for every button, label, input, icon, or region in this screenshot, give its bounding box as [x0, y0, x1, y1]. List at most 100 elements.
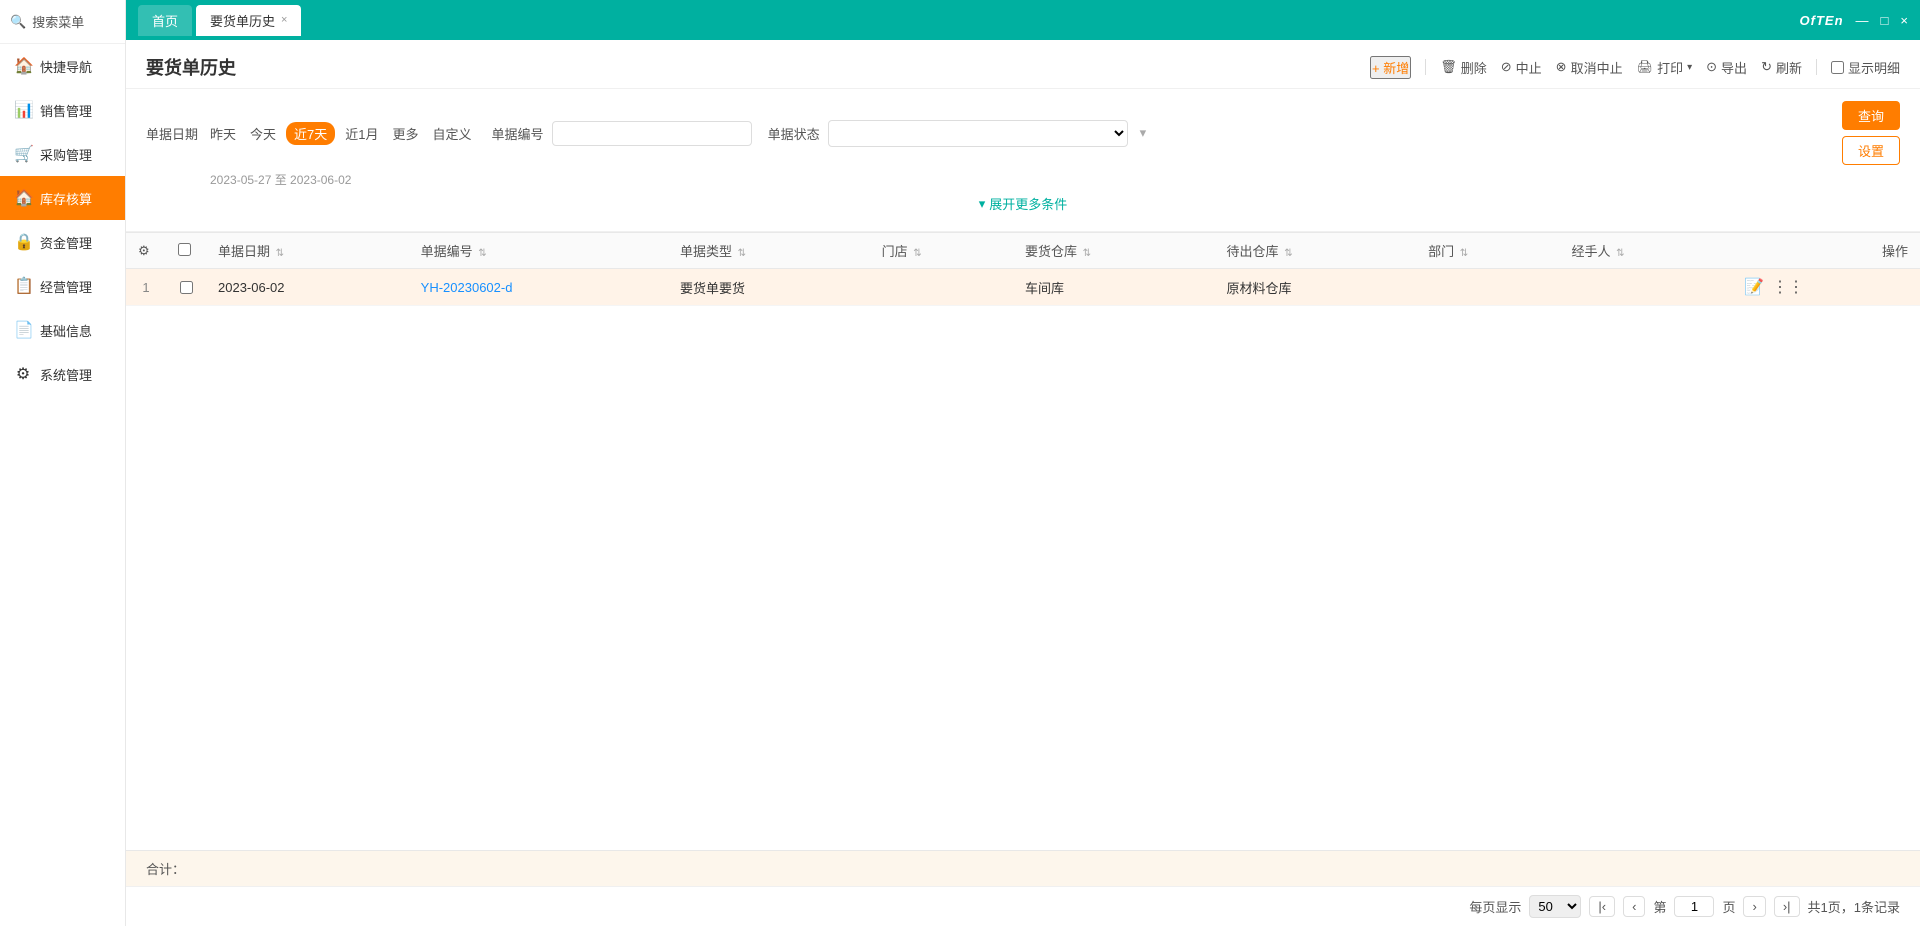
- col-doctype-header[interactable]: 单据类型 ⇅: [668, 233, 870, 269]
- col-req-warehouse-label: 要货仓库: [1025, 244, 1077, 259]
- col-dept-header[interactable]: 部门 ⇅: [1416, 233, 1559, 269]
- print-icon: 🖨: [1637, 59, 1654, 75]
- sort-icon: ⇅: [1083, 248, 1091, 259]
- doc-no-input[interactable]: [552, 121, 752, 146]
- date-label: 单据日期: [146, 124, 198, 143]
- lock-icon: 🔒: [14, 232, 32, 252]
- last-page-button[interactable]: ›|: [1774, 896, 1800, 917]
- page-label-before: 第: [1653, 897, 1666, 916]
- display-detail-checkbox[interactable]: [1831, 61, 1844, 74]
- separator: [1425, 59, 1426, 75]
- tab-home[interactable]: 首页: [138, 5, 192, 36]
- date-custom[interactable]: 自定义: [429, 122, 476, 145]
- col-req-warehouse-header[interactable]: 要货仓库 ⇅: [1013, 233, 1215, 269]
- row-more-icon[interactable]: ⋮⋮: [1772, 277, 1804, 297]
- col-settings-header[interactable]: ⚙: [126, 233, 166, 269]
- row-checkbox-cell[interactable]: [166, 269, 206, 306]
- page-label-after: 页: [1722, 897, 1735, 916]
- print-dropdown-icon: ▾: [1687, 62, 1692, 73]
- filter-row: 单据日期 昨天 今天 近7天 近1月 更多 自定义 单据编号: [146, 101, 1900, 165]
- select-all-checkbox[interactable]: [178, 243, 191, 256]
- row-date-cell: 2023-06-02: [206, 269, 409, 306]
- status-select[interactable]: [828, 120, 1128, 147]
- row-checkbox[interactable]: [180, 281, 193, 294]
- row-index-cell: 1: [126, 269, 166, 306]
- stop-icon: ⊘: [1501, 59, 1512, 75]
- stop-button[interactable]: ⊘ 中止: [1501, 58, 1542, 77]
- date-yesterday[interactable]: 昨天: [206, 122, 240, 145]
- maximize-button[interactable]: □: [1881, 13, 1889, 28]
- date-more[interactable]: 更多: [389, 122, 423, 145]
- status-label: 单据状态: [768, 124, 820, 143]
- col-dept-label: 部门: [1428, 244, 1454, 259]
- pagination: 每页显示 50 100 200 |‹ ‹ 第 页 › ›| 共1页，1条记录: [126, 886, 1920, 926]
- first-page-button[interactable]: |‹: [1589, 896, 1615, 917]
- brand-label: OfTEn: [1800, 13, 1844, 28]
- window-close-button[interactable]: ×: [1900, 13, 1908, 28]
- settings-gear[interactable]: ⚙: [138, 243, 150, 258]
- sort-icon: ⇅: [478, 248, 486, 259]
- col-pending-warehouse-header[interactable]: 待出仓库 ⇅: [1215, 233, 1417, 269]
- display-detail-toggle[interactable]: 显示明细: [1831, 58, 1900, 77]
- col-date-header[interactable]: 单据日期 ⇅: [206, 233, 409, 269]
- table-area: ⚙ 单据日期 ⇅ 单据编号 ⇅: [126, 232, 1920, 850]
- sidebar-item-operation[interactable]: 📋 经营管理: [0, 264, 125, 308]
- refresh-button[interactable]: ↻ 刷新: [1761, 58, 1802, 77]
- table-row: 1 2023-06-02 YH-20230602-d 要货单要货 车间库: [126, 269, 1920, 306]
- col-handler-header[interactable]: 经手人 ⇅: [1560, 233, 1732, 269]
- date-1month[interactable]: 近1月: [341, 122, 382, 145]
- row-handler-cell: [1560, 269, 1732, 306]
- prev-page-button[interactable]: ‹: [1623, 896, 1645, 917]
- col-store-label: 门店: [882, 244, 908, 259]
- sort-icon: ⇅: [1616, 248, 1624, 259]
- doc-no-link[interactable]: YH-20230602-d: [421, 280, 513, 295]
- operation-icon: 📋: [14, 276, 32, 296]
- page-input[interactable]: [1674, 896, 1714, 917]
- col-checkbox-header[interactable]: [166, 233, 206, 269]
- filter-actions: 查询 设置: [1842, 101, 1900, 165]
- date-range-value: 2023-05-27 至 2023-06-02: [210, 171, 351, 188]
- sidebar-search-label: 搜索菜单: [32, 12, 84, 31]
- sidebar-item-label: 快捷导航: [40, 57, 92, 76]
- query-button[interactable]: 查询: [1842, 101, 1900, 130]
- expand-more-btn[interactable]: ▾ 展开更多条件: [146, 188, 1900, 219]
- date-7days[interactable]: 近7天: [286, 122, 335, 145]
- tab-home-label: 首页: [152, 11, 178, 30]
- table-footer: 合计：: [126, 850, 1920, 886]
- sidebar-item-sales[interactable]: 📊 销售管理: [0, 88, 125, 132]
- settings-button[interactable]: 设置: [1842, 136, 1900, 165]
- sidebar-item-inventory[interactable]: 🏠 库存核算: [0, 176, 125, 220]
- sort-icon: ⇅: [738, 248, 746, 259]
- per-page-label: 每页显示: [1469, 897, 1521, 916]
- sidebar-search[interactable]: 🔍 搜索菜单: [0, 0, 125, 44]
- sidebar-item-system[interactable]: ⚙ 系统管理: [0, 352, 125, 396]
- separator2: [1816, 59, 1817, 75]
- next-page-button[interactable]: ›: [1743, 896, 1765, 917]
- sidebar-item-basic-info[interactable]: 📄 基础信息: [0, 308, 125, 352]
- sort-icon: ⇅: [913, 248, 921, 259]
- export-button[interactable]: ⊙ 导出: [1706, 58, 1747, 77]
- sidebar-item-finance[interactable]: 🔒 资金管理: [0, 220, 125, 264]
- row-docno-cell[interactable]: YH-20230602-d: [409, 269, 668, 306]
- close-icon[interactable]: ×: [281, 14, 287, 26]
- col-pending-warehouse-label: 待出仓库: [1227, 244, 1279, 259]
- minimize-button[interactable]: —: [1856, 13, 1869, 28]
- tab-active[interactable]: 要货单历史 ×: [196, 5, 301, 36]
- add-button[interactable]: + 新增: [1370, 56, 1411, 79]
- sort-icon: ⇅: [1284, 248, 1292, 259]
- row-req-warehouse-cell: 车间库: [1013, 269, 1215, 306]
- per-page-select[interactable]: 50 100 200: [1529, 895, 1581, 918]
- col-docno-header[interactable]: 单据编号 ⇅: [409, 233, 668, 269]
- row-edit-icon[interactable]: 📝: [1744, 277, 1764, 297]
- print-button[interactable]: 🖨 打印 ▾: [1637, 58, 1693, 77]
- delete-button[interactable]: 🗑 删除: [1440, 58, 1487, 77]
- sidebar-item-purchase[interactable]: 🛒 采购管理: [0, 132, 125, 176]
- col-docno-label: 单据编号: [421, 244, 473, 259]
- filter-area: 单据日期 昨天 今天 近7天 近1月 更多 自定义 单据编号: [126, 89, 1920, 232]
- total-info: 共1页，1条记录: [1808, 897, 1900, 916]
- col-store-header[interactable]: 门店 ⇅: [870, 233, 1013, 269]
- cancel-stop-button[interactable]: ⊗ 取消中止: [1556, 58, 1623, 77]
- status-filter-group: 单据状态 ▾: [768, 120, 1826, 147]
- date-today[interactable]: 今天: [246, 122, 280, 145]
- sidebar-item-quick-nav[interactable]: 🏠 快捷导航: [0, 44, 125, 88]
